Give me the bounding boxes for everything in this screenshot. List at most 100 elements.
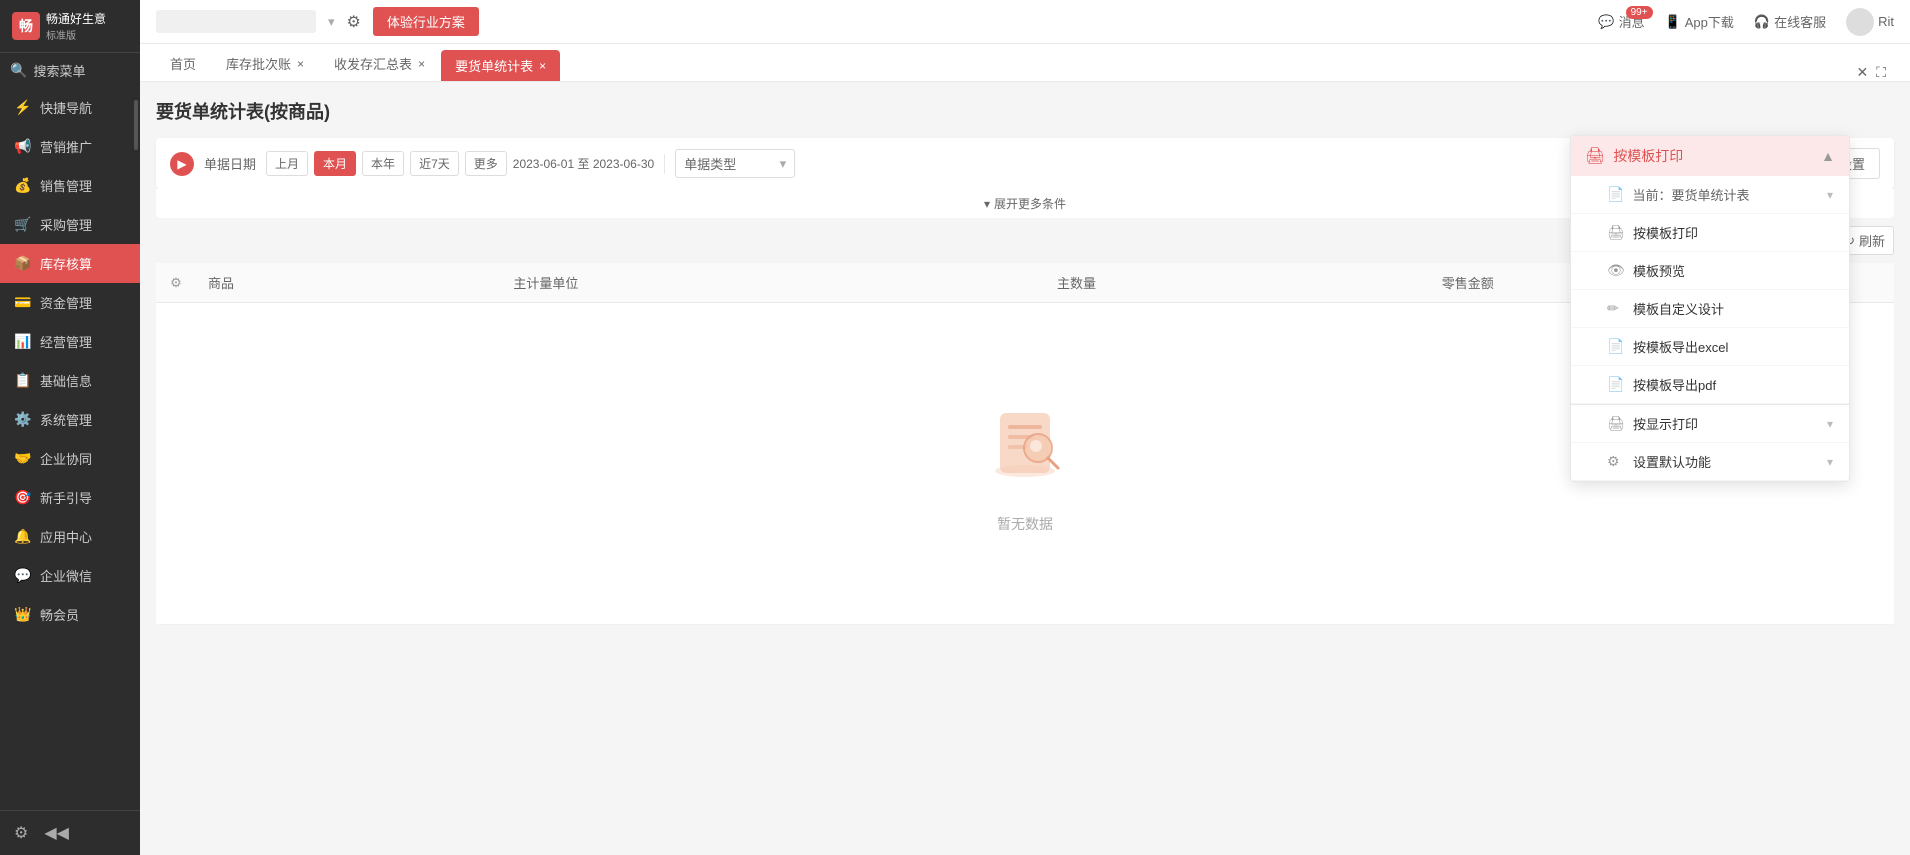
user-avatar[interactable]: Rit (1846, 8, 1894, 36)
tab-collapse-icon[interactable]: ✕ (1856, 64, 1868, 81)
sidebar-item-quick-nav[interactable]: ⚡ 快捷导航 (0, 88, 140, 127)
sidebar-item-inventory[interactable]: 📦 库存核算 (0, 244, 140, 283)
tab-expand-icon[interactable]: ⛶ (1876, 64, 1886, 81)
online-service-button[interactable]: 🎧 在线客服 (1754, 12, 1826, 31)
tab-home-label: 首页 (170, 54, 196, 73)
trial-button[interactable]: 体验行业方案 (373, 7, 479, 36)
tab-batch-account[interactable]: 库存批次账 × (212, 48, 318, 81)
app-icon: 📱 (1665, 14, 1681, 30)
sidebar-item-label: 营销推广 (40, 137, 92, 156)
tab-receipt-summary[interactable]: 收发存汇总表 × (320, 48, 439, 81)
sidebar-item-system[interactable]: ⚙️ 系统管理 (0, 400, 140, 439)
set-default-item[interactable]: ⚙ 设置默认功能 ▾ (1571, 443, 1849, 481)
sidebar-item-label: 销售管理 (40, 176, 92, 195)
sidebar-item-label: 畅会员 (40, 605, 79, 624)
pdf-icon: 📄 (1607, 376, 1625, 393)
template-print-item[interactable]: 🖨 按模板打印 (1571, 214, 1849, 252)
template-export-excel-item[interactable]: 📄 按模板导出excel (1571, 328, 1849, 366)
app-download-button[interactable]: 📱 App下载 (1665, 12, 1734, 31)
expand-icon: ▾ (984, 197, 990, 211)
date-btn-this-year[interactable]: 本年 (362, 151, 404, 176)
tabs-bar: 首页 库存批次账 × 收发存汇总表 × 要货单统计表 × ✕ ⛶ (140, 44, 1910, 82)
basic-icon: 📋 (14, 372, 32, 390)
sidebar-item-appstore[interactable]: 🔔 应用中心 (0, 517, 140, 556)
sidebar-search-item[interactable]: 🔍 搜索菜单 (0, 53, 140, 88)
user-name: Rit (1878, 14, 1894, 29)
template-export-excel-label: 按模板导出excel (1633, 337, 1728, 356)
printer-icon: 🖨 (1607, 224, 1625, 241)
template-custom-item[interactable]: ✏ 模板自定义设计 (1571, 290, 1849, 328)
sidebar: 畅 畅通好生意 标准版 🔍 搜索菜单 ⚡ 快捷导航 📢 营销推广 💰 销售管理 … (0, 0, 140, 855)
display-print-item[interactable]: 🖨 按显示打印 ▾ (1571, 405, 1849, 443)
quick-nav-icon: ⚡ (14, 99, 32, 117)
display-print-label: 按显示打印 (1633, 414, 1698, 433)
date-btn-last-month[interactable]: 上月 (266, 151, 308, 176)
tab-home[interactable]: 首页 (156, 48, 210, 81)
tab-receipt-summary-label: 收发存汇总表 (334, 54, 412, 73)
sidebar-item-cooperation[interactable]: 🤝 企业协同 (0, 439, 140, 478)
finance-icon: 💳 (14, 294, 32, 312)
sidebar-item-label: 企业协同 (40, 449, 92, 468)
sidebar-item-finance[interactable]: 💳 资金管理 (0, 283, 140, 322)
sidebar-item-member[interactable]: 👑 畅会员 (0, 595, 140, 634)
tab-batch-account-close[interactable]: × (297, 58, 304, 70)
purchase-icon: 🛒 (14, 216, 32, 234)
appstore-icon: 🔔 (14, 528, 32, 546)
col-goods: 商品 (196, 263, 501, 303)
sidebar-item-wechat[interactable]: 💬 企业微信 (0, 556, 140, 595)
wechat-icon: 💬 (14, 567, 32, 585)
date-btn-this-month[interactable]: 本月 (314, 151, 356, 176)
tab-order-stats-close[interactable]: × (539, 60, 546, 72)
gear-icon[interactable]: ⚙ (170, 275, 182, 290)
sidebar-item-label: 应用中心 (40, 527, 92, 546)
expand-more-button[interactable]: ▾ 展开更多条件 (984, 195, 1066, 212)
app-download-label: App下载 (1685, 12, 1734, 31)
template-preview-item[interactable]: 👁 模板预览 (1571, 252, 1849, 290)
sidebar-item-label: 库存核算 (40, 254, 92, 273)
settings-icon[interactable]: ⚙ (14, 823, 28, 843)
sidebar-bottom: ⚙ ◀◀ (0, 810, 140, 855)
refresh-label: 刷新 (1859, 231, 1885, 250)
message-icon: 💬 (1598, 14, 1614, 30)
sidebar-item-label: 新手引导 (40, 488, 92, 507)
date-btn-more[interactable]: 更多 (465, 151, 507, 176)
sidebar-item-label: 资金管理 (40, 293, 92, 312)
sidebar-nav: ⚡ 快捷导航 📢 营销推广 💰 销售管理 🛒 采购管理 📦 库存核算 💳 资金管… (0, 88, 140, 810)
sidebar-item-label: 企业微信 (40, 566, 92, 585)
current-template-item[interactable]: 📄 当前：要货单统计表 ▾ (1571, 176, 1849, 214)
sidebar-search-label: 搜索菜单 (33, 61, 85, 80)
sidebar-item-sales[interactable]: 💰 销售管理 (0, 166, 140, 205)
audio-icon[interactable]: ◀◀ (44, 823, 69, 843)
dropdown-header: 🖨 按模板打印 ▲ (1571, 136, 1849, 176)
sidebar-item-operation[interactable]: 📊 经营管理 (0, 322, 140, 361)
topbar: ▾ ⚙ 体验行业方案 💬 消息 99+ 📱 App下载 🎧 在线客服 Rit (140, 0, 1910, 44)
sidebar-item-guide[interactable]: 🎯 新手引导 (0, 478, 140, 517)
sidebar-item-basic[interactable]: 📋 基础信息 (0, 361, 140, 400)
topbar-search-input[interactable] (156, 10, 316, 33)
date-btn-7days[interactable]: 近7天 (410, 151, 459, 176)
sidebar-item-purchase[interactable]: 🛒 采购管理 (0, 205, 140, 244)
cooperation-icon: 🤝 (14, 450, 32, 468)
marketing-icon: 📢 (14, 138, 32, 156)
messages-button[interactable]: 💬 消息 99+ (1598, 12, 1644, 31)
template-icon: 📄 (1607, 186, 1624, 203)
chevron-down-icon: ▾ (328, 14, 335, 30)
sidebar-logo: 畅 畅通好生意 标准版 (0, 0, 140, 53)
topbar-gear-icon[interactable]: ⚙ (347, 12, 361, 32)
excel-icon: 📄 (1607, 338, 1625, 355)
dropdown-close-icon[interactable]: ▲ (1821, 148, 1835, 164)
filter-expand-button[interactable]: ▶ (170, 152, 194, 176)
tab-receipt-summary-close[interactable]: × (418, 58, 425, 70)
settings-default-icon: ⚙ (1607, 453, 1625, 470)
tab-order-stats[interactable]: 要货单统计表 × (441, 50, 560, 81)
template-export-pdf-item[interactable]: 📄 按模板导出pdf (1571, 366, 1849, 404)
template-export-pdf-label: 按模板导出pdf (1633, 375, 1716, 394)
sidebar-item-marketing[interactable]: 📢 营销推广 (0, 127, 140, 166)
chevron-icon: ▶ (177, 157, 186, 171)
preview-icon: 👁 (1607, 262, 1625, 279)
topbar-dropdown[interactable]: ▾ (328, 14, 335, 30)
sidebar-item-label: 系统管理 (40, 410, 92, 429)
user-avatar-icon (1846, 8, 1874, 36)
date-options: 上月 本月 本年 近7天 更多 2023-06-01 至 2023-06-30 (266, 151, 654, 176)
order-type-select[interactable]: 单据类型 ▾ (675, 149, 795, 178)
